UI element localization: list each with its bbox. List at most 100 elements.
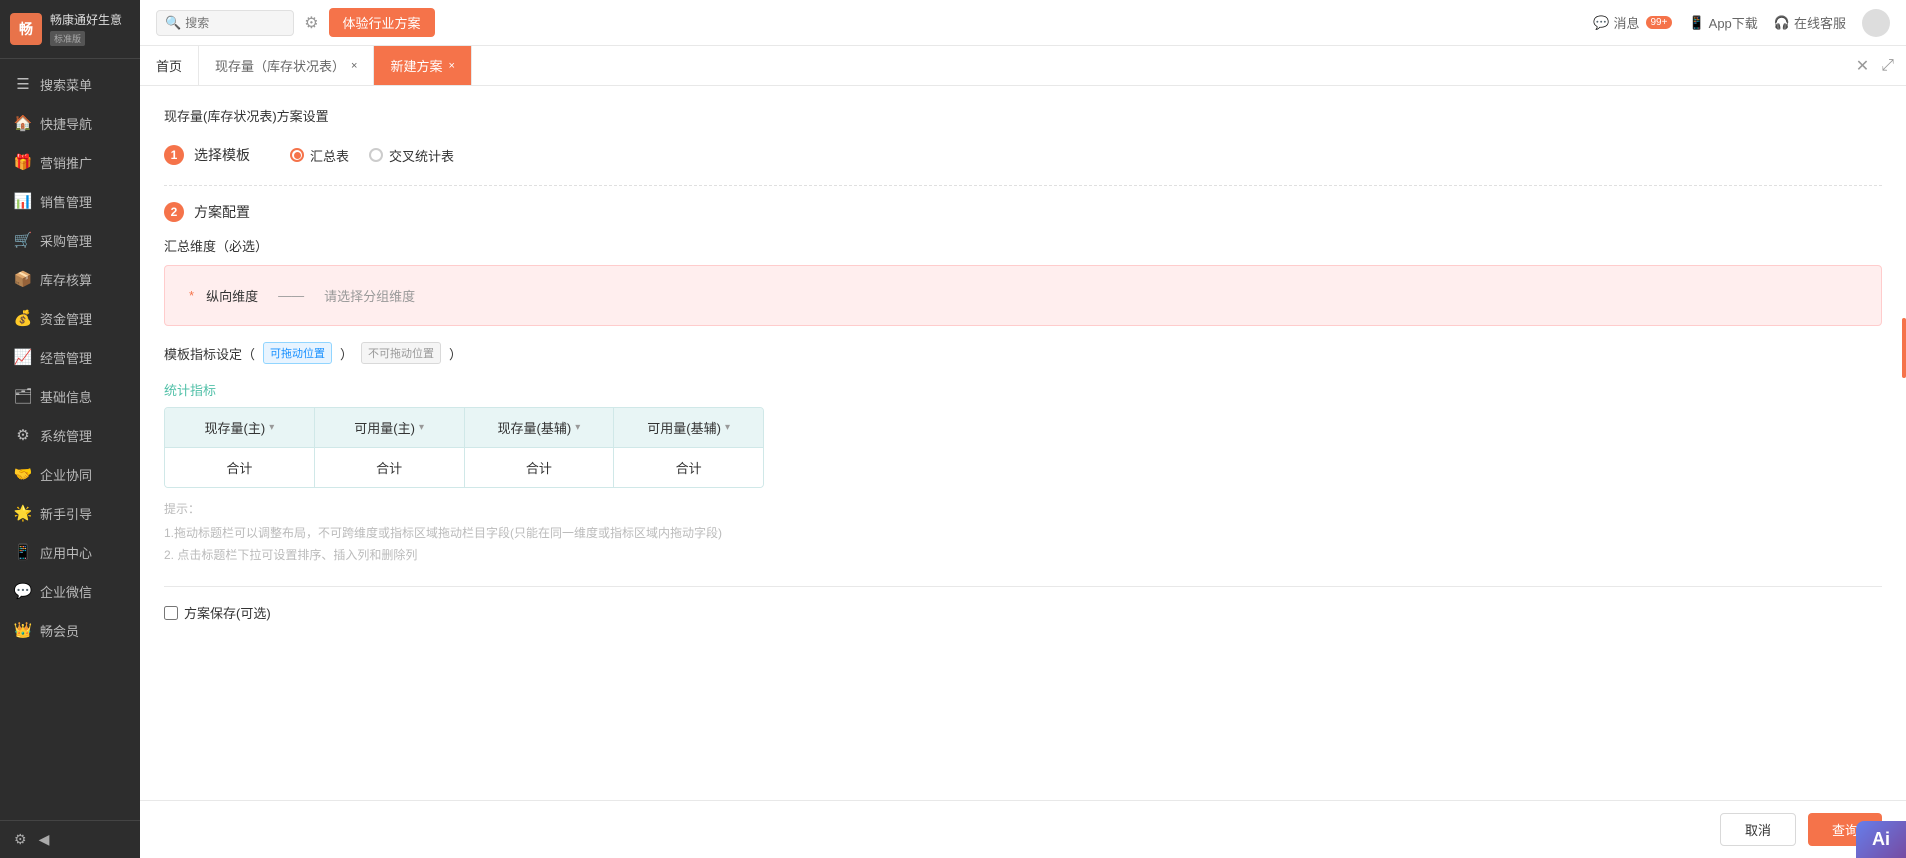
sidebar-item-purchase[interactable]: 🛒 采购管理 [0,221,140,260]
stat-table-header-cell[interactable]: 可用量(主)▾ [315,408,465,447]
sidebar-item-label: 经营管理 [40,348,92,367]
base-info-icon: 🗂 [14,387,32,405]
stat-table-cell: 合计 [614,448,763,487]
tab-inventory-close-icon[interactable]: × [351,60,357,72]
message-icon: 💬 [1593,15,1609,31]
user-avatar[interactable] [1862,9,1890,37]
messages-item[interactable]: 💬 消息 99+ [1593,13,1672,32]
quick-nav-icon: 🏠 [14,114,32,132]
content-inner: 现存量(库存状况表)方案设置 1 选择模板 汇总表 交叉统计表 [140,86,1906,858]
sidebar: 畅 畅康通好生意 标准版 ☰搜索菜单 🏠 快捷导航 🎁 营销推广 📊销售管理 🛒 采购管理 📦库… [0,0,140,858]
gear-icon[interactable]: ⚙ [304,13,318,33]
topbar-left: 🔍 ⚙ 体验行业方案 [156,8,435,37]
indicator-settings-label: 模板指标设定（ 可拖动位置 ） 不可拖动位置 ） [164,342,1882,364]
ai-badge: Ai [1856,821,1906,858]
template-options: 汇总表 交叉统计表 [290,146,454,165]
sidebar-item-marketing[interactable]: 🎁 营销推广 [0,143,140,182]
tab-home[interactable]: 首页 [140,46,199,85]
chevron-down-icon: ▾ [269,422,274,433]
tab-inventory-status[interactable]: 现存量（库存状况表） × [199,46,374,85]
wechat-icon: 💬 [14,582,32,600]
sidebar-item-label: 库存核算 [40,270,92,289]
member-icon: 👑 [14,621,32,639]
sidebar-item-label: 应用中心 [40,543,92,562]
cooperation-icon: 🤝 [14,465,32,483]
save-checkbox[interactable] [164,606,178,620]
page-title: 现存量(库存状况表)方案设置 [164,106,1882,125]
sidebar-item-label: 快捷导航 [40,114,92,133]
dimension-row: * 纵向维度 —— 请选择分组维度 [189,286,1857,305]
radio-summary[interactable]: 汇总表 [290,146,349,165]
tab-new-plan-close-icon[interactable]: × [448,60,454,72]
summary-dimension-label: 汇总维度（必选） [164,236,1882,255]
draggable-tag: 可拖动位置 [263,342,332,364]
sidebar-item-wechat[interactable]: 💬 企业微信 [0,572,140,611]
collapse-icon[interactable]: ◀ [39,831,50,848]
radio-summary-circle [290,148,304,162]
sidebar-item-quick-nav[interactable]: 🏠 快捷导航 [0,104,140,143]
save-option-label: 方案保存(可选) [184,603,271,622]
sidebar-logo: 畅 畅康通好生意 标准版 [0,0,140,59]
sidebar-item-search-menu[interactable]: ☰搜索菜单 [0,65,140,104]
tips-item-2: 2. 点击标题栏下拉可设置排序、插入列和删除列 [164,545,1882,567]
stat-table-header-cell[interactable]: 现存量(主)▾ [165,408,315,447]
radio-cross[interactable]: 交叉统计表 [369,146,454,165]
step2-header: 2 方案配置 [164,202,1882,222]
sidebar-item-app-center[interactable]: 📱应用中心 [0,533,140,572]
tab-close-action-icon[interactable]: ✕ [1852,52,1873,80]
sidebar-item-newbie[interactable]: 🌟新手引导 [0,494,140,533]
sidebar-item-label: 系统管理 [40,426,92,445]
dimension-separator: —— [278,288,304,303]
sidebar-item-label: 基础信息 [40,387,92,406]
search-box[interactable]: 🔍 [156,10,294,36]
stat-table-cell: 合计 [465,448,615,487]
step1-header: 1 选择模板 汇总表 交叉统计表 [164,145,1882,165]
non-draggable-tag: 不可拖动位置 [361,342,441,364]
indicator-settings: 模板指标设定（ 可拖动位置 ） 不可拖动位置 ） [164,342,1882,364]
operations-icon: 📈 [14,348,32,366]
sidebar-item-inventory[interactable]: 📦库存核算 [0,260,140,299]
main-panel: 🔍 ⚙ 体验行业方案 💬 消息 99+ 📱 App下载 🎧 在线客服 [140,0,1906,858]
sidebar-item-label: 企业微信 [40,582,92,601]
service-icon: 🎧 [1774,15,1790,31]
sidebar-item-member[interactable]: 👑畅会员 [0,611,140,650]
sidebar-item-label: 营销推广 [40,153,92,172]
sidebar-item-cooperation[interactable]: 🤝企业协同 [0,455,140,494]
stat-table-cell: 合计 [315,448,465,487]
tab-new-plan[interactable]: 新建方案 × [374,46,471,85]
search-input[interactable] [185,16,285,30]
step2-title: 方案配置 [194,202,250,222]
sidebar-item-base-info[interactable]: 🗂 基础信息 [0,377,140,416]
trial-button[interactable]: 体验行业方案 [329,8,435,37]
sidebar-item-sales[interactable]: 📊销售管理 [0,182,140,221]
newbie-icon: 🌟 [14,504,32,522]
scroll-handle[interactable] [1902,318,1906,378]
sidebar-item-operations[interactable]: 📈 经营管理 [0,338,140,377]
topbar: 🔍 ⚙ 体验行业方案 💬 消息 99+ 📱 App下载 🎧 在线客服 [140,0,1906,46]
radio-cross-label: 交叉统计表 [389,146,454,165]
dimension-placeholder[interactable]: 请选择分组维度 [324,286,415,305]
sidebar-item-system[interactable]: ⚙系统管理 [0,416,140,455]
topbar-right: 💬 消息 99+ 📱 App下载 🎧 在线客服 [1593,9,1890,37]
sidebar-item-finance[interactable]: 💰资金管理 [0,299,140,338]
app-download-item[interactable]: 📱 App下载 [1688,13,1757,32]
cancel-button[interactable]: 取消 [1720,813,1796,846]
stat-table-header-cell[interactable]: 现存量(基辅)▾ [465,408,615,447]
tab-expand-icon[interactable]: ⤢ [1877,53,1898,79]
sidebar-item-label: 采购管理 [40,231,92,250]
step1-section: 1 选择模板 汇总表 交叉统计表 [164,145,1882,165]
content-area: 现存量(库存状况表)方案设置 1 选择模板 汇总表 交叉统计表 [140,86,1906,858]
chevron-down-icon: ▾ [419,422,424,433]
search-menu-icon: ☰ [14,75,32,93]
save-option: 方案保存(可选) [164,586,1882,622]
stat-table-cell: 合计 [165,448,315,487]
online-service-item[interactable]: 🎧 在线客服 [1774,13,1846,32]
marketing-icon: 🎁 [14,153,32,171]
stat-table-header-cell[interactable]: 可用量(基辅)▾ [614,408,763,447]
required-mark: * [189,288,194,303]
step1-title: 选择模板 [194,145,250,165]
dimension-box: * 纵向维度 —— 请选择分组维度 [164,265,1882,326]
settings-icon[interactable]: ⚙ [14,831,27,848]
purchase-icon: 🛒 [14,231,32,249]
sidebar-footer: ⚙ ◀ [0,820,140,858]
